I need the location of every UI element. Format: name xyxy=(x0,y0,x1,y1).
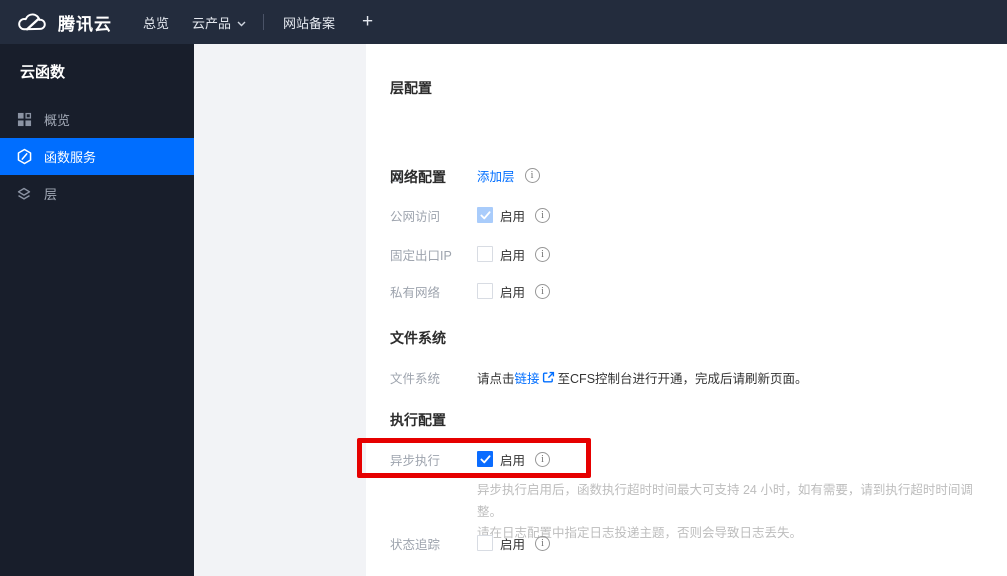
chevron-down-icon xyxy=(237,15,246,30)
section-heading-network-config: 网络配置 xyxy=(390,169,446,185)
row-label-async-execution: 异步执行 xyxy=(390,453,441,468)
section-heading-execution-config: 执行配置 xyxy=(390,412,446,428)
function-icon xyxy=(15,148,33,166)
topnav-products[interactable]: 云产品 xyxy=(192,13,246,32)
row-label-vpc: 私有网络 xyxy=(390,285,441,300)
function-config-panel: 层配置 层 添加层 i 网络配置 公网访问 启用 i 固定出口IP 启用 i 私… xyxy=(366,44,1007,576)
topnav-products-label: 云产品 xyxy=(192,15,232,31)
public-access-row: 公网访问 启用 i xyxy=(390,204,1007,226)
layer-row: 层 添加层 i xyxy=(390,164,1007,186)
sidebar-item-function-service[interactable]: 函数服务 xyxy=(0,138,194,175)
row-label-status-trace: 状态追踪 xyxy=(390,537,441,552)
row-label-filesystem: 文件系统 xyxy=(390,371,441,386)
row-label-public-access: 公网访问 xyxy=(390,209,441,224)
brand-name: 腾讯云 xyxy=(58,14,112,34)
topnav-overview[interactable]: 总览 xyxy=(143,13,169,32)
sidebar-item-label: 层 xyxy=(44,187,58,202)
tencent-cloud-logo-icon xyxy=(16,10,49,34)
sidebar-item-label: 概览 xyxy=(44,113,71,128)
async-execution-checkbox[interactable] xyxy=(477,451,493,467)
row-label-fixed-ip: 固定出口IP xyxy=(390,248,452,263)
secondary-panel xyxy=(194,44,366,576)
sidebar-title: 云函数 xyxy=(20,64,66,81)
enable-label: 启用 xyxy=(500,537,526,552)
vpc-row: 私有网络 启用 i xyxy=(390,280,1007,302)
sidebar-menu: 概览 函数服务 层 xyxy=(0,101,194,212)
add-tab-button[interactable]: + xyxy=(362,11,373,33)
fixed-ip-row: 固定出口IP 启用 i xyxy=(390,243,1007,265)
cfs-console-link[interactable]: 链接 xyxy=(515,368,540,387)
filesystem-text-before: 请点击 xyxy=(477,371,515,386)
sidebar-item-label: 函数服务 xyxy=(44,150,97,165)
info-icon[interactable]: i xyxy=(535,246,551,262)
enable-label: 启用 xyxy=(500,285,526,300)
sidebar: 云函数 概览 函数服务 层 xyxy=(0,44,194,576)
external-link-icon[interactable] xyxy=(542,371,555,384)
section-heading-layer-config: 层配置 xyxy=(390,80,432,96)
layers-icon xyxy=(15,185,33,203)
enable-label: 启用 xyxy=(500,209,526,224)
sidebar-item-overview[interactable]: 概览 xyxy=(0,101,194,138)
vpc-checkbox[interactable] xyxy=(477,283,493,299)
info-icon[interactable]: i xyxy=(524,167,540,183)
fixed-ip-checkbox[interactable] xyxy=(477,246,493,262)
help-line-1: 异步执行启用后，函数执行超时时间最大可支持 24 小时，如有需要，请到执行超时时… xyxy=(477,483,973,519)
status-trace-checkbox[interactable] xyxy=(477,535,493,551)
section-heading-filesystem: 文件系统 xyxy=(390,330,446,346)
enable-label: 启用 xyxy=(500,453,526,468)
sidebar-item-layers[interactable]: 层 xyxy=(0,175,194,212)
brand[interactable]: 腾讯云 xyxy=(16,10,112,35)
grid-icon xyxy=(15,111,33,129)
status-trace-row: 状态追踪 启用 i xyxy=(390,532,1007,554)
topbar: 腾讯云 总览 云产品 网站备案 + xyxy=(0,0,1007,44)
add-layer-link[interactable]: 添加层 xyxy=(477,166,515,185)
filesystem-text-after: 至CFS控制台进行开通，完成后请刷新页面。 xyxy=(557,371,808,386)
public-access-checkbox[interactable] xyxy=(477,207,493,223)
info-icon[interactable]: i xyxy=(535,451,551,467)
topnav-divider xyxy=(263,14,265,30)
async-execution-row: 异步执行 启用 i xyxy=(390,448,1007,470)
info-icon[interactable]: i xyxy=(535,535,551,551)
info-icon[interactable]: i xyxy=(535,283,551,299)
filesystem-row: 文件系统 请点击 链接 至CFS控制台进行开通，完成后请刷新页面。 xyxy=(390,366,1007,388)
enable-label: 启用 xyxy=(500,248,526,263)
topnav-icp[interactable]: 网站备案 xyxy=(283,13,335,32)
info-icon[interactable]: i xyxy=(535,207,551,223)
